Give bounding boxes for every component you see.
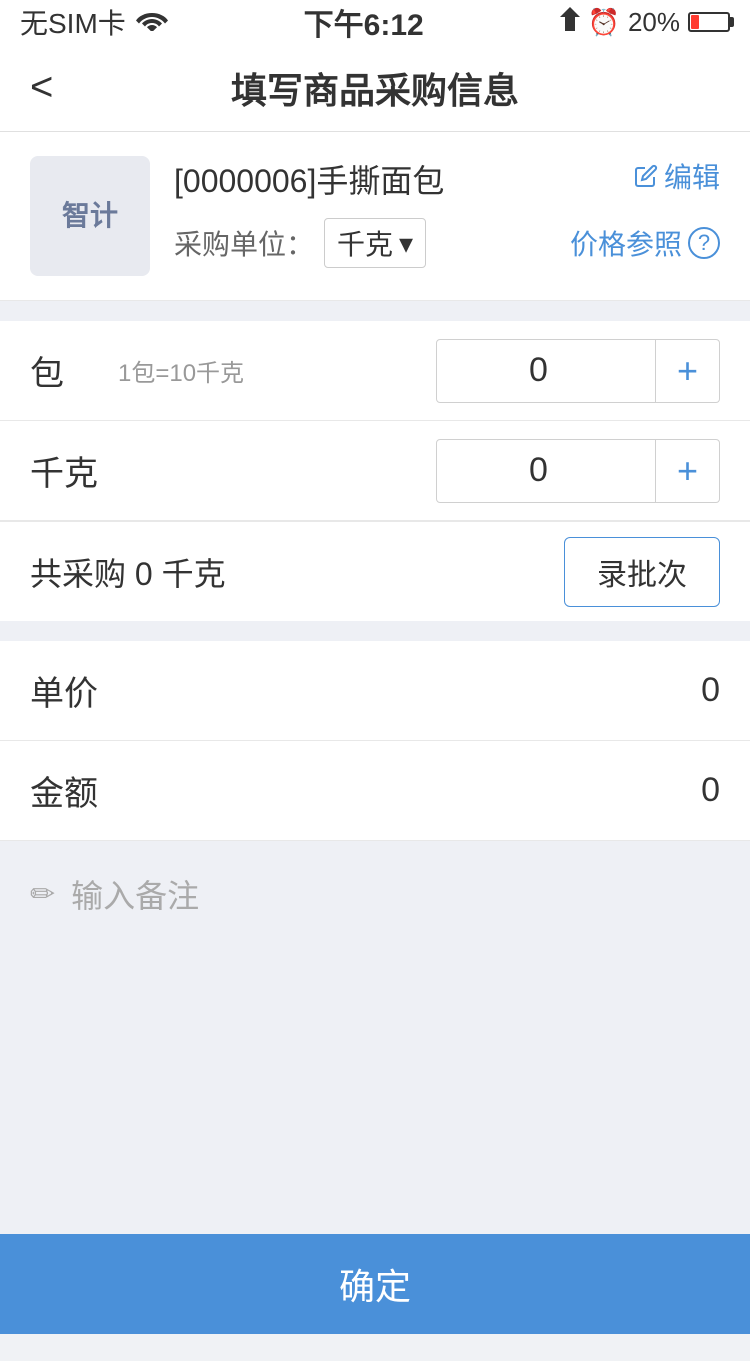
- price-ref-help-icon: ?: [688, 227, 720, 259]
- summary-row: 共采购 0 千克 录批次: [0, 521, 750, 621]
- confirm-button[interactable]: 确定: [0, 1234, 750, 1334]
- bag-sub-label: 1包=10千克: [118, 353, 436, 388]
- battery-percent: 20%: [628, 7, 680, 38]
- unit-label: 采购单位： 千克 ▾: [174, 218, 426, 268]
- status-right: ⏰ 20%: [560, 7, 730, 38]
- alarm-icon: ⏰: [588, 7, 620, 38]
- unit-price-row: 单价 0: [0, 641, 750, 741]
- section-divider-2: [0, 621, 750, 641]
- kg-label: 千克: [30, 446, 110, 495]
- kg-input-row: 千克 +: [0, 421, 750, 521]
- status-left: 无SIM卡: [20, 2, 168, 42]
- remark-section[interactable]: ✏ 输入备注: [0, 841, 750, 961]
- kg-plus-button[interactable]: +: [656, 439, 720, 503]
- input-section: 包 1包=10千克 + 千克 + 共采购 0 千克: [0, 321, 750, 621]
- summary-text: 共采购 0 千克: [30, 549, 226, 595]
- nav-bar: < 填写商品采购信息: [0, 44, 750, 132]
- battery-icon: [688, 12, 730, 32]
- product-header: [0000006]手撕面包 编辑: [174, 156, 720, 202]
- product-info: [0000006]手撕面包 编辑 采购单位： 千克 ▾: [174, 156, 720, 268]
- product-name: [0000006]手撕面包: [174, 156, 444, 202]
- dropdown-arrow: ▾: [399, 227, 413, 260]
- product-image-text: 智计: [62, 199, 118, 233]
- price-ref-button[interactable]: 价格参照 ?: [570, 223, 720, 263]
- bag-quantity-input[interactable]: [436, 339, 656, 403]
- unit-select[interactable]: 千克 ▾: [324, 218, 426, 268]
- edit-button[interactable]: 编辑: [634, 156, 720, 196]
- remark-row: ✏ 输入备注: [30, 871, 720, 917]
- bag-input-row: 包 1包=10千克 +: [0, 321, 750, 421]
- carrier-label: 无SIM卡: [20, 2, 126, 42]
- bag-plus-button[interactable]: +: [656, 339, 720, 403]
- record-batch-button[interactable]: 录批次: [564, 537, 720, 607]
- summary-unit: 千克: [162, 556, 226, 592]
- location-icon: [560, 7, 580, 38]
- amount-row: 金额 0: [0, 741, 750, 841]
- edit-label: 编辑: [664, 156, 720, 196]
- status-time: 下午6:12: [304, 0, 424, 44]
- pencil-icon: ✏: [30, 877, 55, 912]
- bag-label: 包: [30, 346, 110, 395]
- summary-value: 0: [135, 556, 153, 592]
- bag-input-right: +: [436, 339, 720, 403]
- product-unit-row: 采购单位： 千克 ▾ 价格参照 ?: [174, 218, 720, 268]
- amount-value: 0: [701, 771, 720, 810]
- product-image: 智计: [30, 156, 150, 276]
- back-button[interactable]: <: [30, 65, 53, 110]
- unit-price-label: 单价: [30, 666, 98, 715]
- kg-input-right: +: [436, 439, 720, 503]
- product-card: 智计 [0000006]手撕面包 编辑 采购单位： 千克 ▾: [0, 132, 750, 301]
- status-bar: 无SIM卡 下午6:12 ⏰ 20%: [0, 0, 750, 44]
- price-section: 单价 0 金额 0: [0, 641, 750, 841]
- page-title: 填写商品采购信息: [231, 62, 519, 114]
- price-ref-label: 价格参照: [570, 223, 682, 263]
- bottom-spacer: [0, 961, 750, 1261]
- kg-quantity-input[interactable]: [436, 439, 656, 503]
- remark-placeholder: 输入备注: [71, 871, 199, 917]
- unit-value: 千克: [337, 223, 393, 263]
- unit-price-value: 0: [701, 671, 720, 710]
- amount-label: 金额: [30, 766, 98, 815]
- wifi-icon: [136, 6, 168, 38]
- section-divider-1: [0, 301, 750, 321]
